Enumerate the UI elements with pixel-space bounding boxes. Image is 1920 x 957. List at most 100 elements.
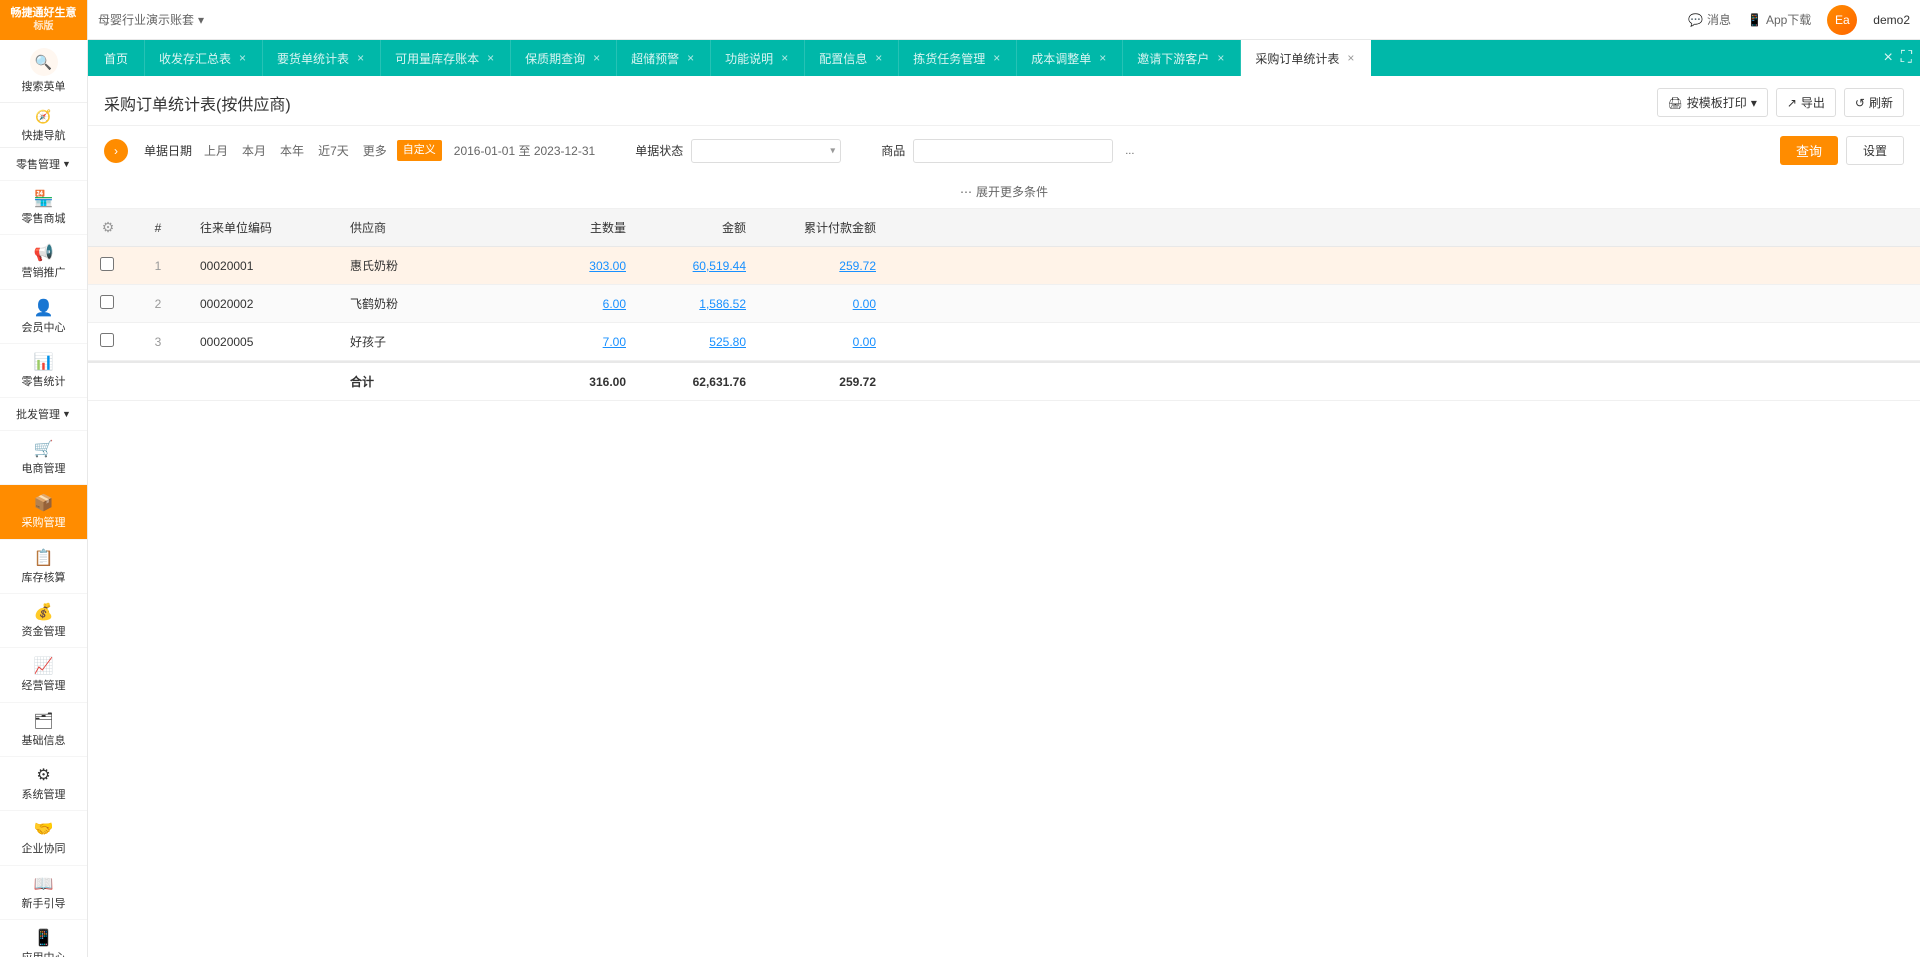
qty-link[interactable]: 7.00: [603, 335, 626, 349]
sidebar-item-collab[interactable]: 🤝 企业协同: [0, 811, 87, 865]
tab-pick-task-close[interactable]: ×: [991, 49, 1002, 67]
search-nav-item[interactable]: 🔍 搜索英单: [0, 40, 87, 103]
tab-invite[interactable]: 邀请下游客户 ×: [1123, 40, 1241, 76]
close-all-tabs-icon[interactable]: ×: [1883, 49, 1892, 67]
footer-amount: 62,631.76: [638, 363, 758, 401]
sidebar-item-retail[interactable]: 零售管理 ▼: [0, 148, 87, 181]
export-button[interactable]: ↗ 导出: [1776, 88, 1836, 117]
logo-text: 畅捷通好生意 标版: [11, 7, 77, 32]
qty-link[interactable]: 6.00: [603, 297, 626, 311]
qty-link[interactable]: 303.00: [589, 259, 626, 273]
tab-overstock-close[interactable]: ×: [685, 49, 696, 67]
settings-icon[interactable]: ⚙: [102, 219, 115, 235]
goods-filter-label: 商品: [881, 142, 905, 159]
tab-receive[interactable]: 收发存汇总表 ×: [145, 40, 263, 76]
tab-cost-adj[interactable]: 成本调整单 ×: [1017, 40, 1123, 76]
paid-link[interactable]: 259.72: [839, 259, 876, 273]
data-table: ⚙ # 往来单位编码 供应商 主数量 金额 累计付款金额: [88, 209, 1920, 361]
store-selector[interactable]: 母婴行业演示账套 ▾: [98, 11, 204, 28]
top-bar: 母婴行业演示账套 ▾ 💬 消息 📱 App下载 Ea demo2: [88, 0, 1920, 40]
operation-icon: 📈: [34, 656, 54, 676]
expand-bar: ⋯ 展开更多条件: [88, 175, 1920, 209]
col-supplier: 供应商: [338, 209, 538, 247]
export-icon: ↗: [1787, 96, 1797, 110]
refresh-button[interactable]: ↺ 刷新: [1844, 88, 1904, 117]
row-paid: 0.00: [758, 323, 888, 361]
retail-label: 零售管理: [16, 156, 60, 172]
date-btn-this-month[interactable]: 本月: [238, 140, 270, 161]
tab-usable-inv-close[interactable]: ×: [485, 49, 496, 67]
sidebar-item-finance[interactable]: 💰 资金管理: [0, 594, 87, 648]
tab-order-stat-label: 要货单统计表: [277, 50, 349, 67]
filter-toggle-btn[interactable]: ›: [104, 139, 128, 163]
sidebar-item-wholesale[interactable]: 批发管理 ▼: [0, 398, 87, 431]
row-qty: 303.00: [538, 247, 638, 285]
printer-icon: 🖨: [1668, 96, 1683, 110]
goods-search-input[interactable]: [913, 139, 1113, 163]
user-avatar[interactable]: Ea: [1827, 5, 1857, 35]
sidebar-item-inventory[interactable]: 📋 库存核算: [0, 540, 87, 594]
sidebar-item-appcenter[interactable]: 📱 应用中心: [0, 920, 87, 957]
setting-label: 设置: [1863, 144, 1887, 158]
member-icon: 👤: [34, 298, 54, 318]
tab-purchase-stat-close[interactable]: ×: [1345, 49, 1356, 67]
amount-link[interactable]: 525.80: [709, 335, 746, 349]
row-checkbox[interactable]: [100, 295, 114, 309]
sidebar-item-basic[interactable]: 🗂 基础信息: [0, 703, 87, 757]
sidebar-item-marketing[interactable]: 📢 营销推广: [0, 235, 87, 289]
sidebar-item-system[interactable]: ⚙ 系统管理: [0, 757, 87, 811]
sidebar-item-ecommerce[interactable]: 🛒 电商管理: [0, 431, 87, 485]
tab-order-stat[interactable]: 要货单统计表 ×: [263, 40, 381, 76]
amount-link[interactable]: 60,519.44: [693, 259, 746, 273]
expand-conditions-btn[interactable]: ⋯ 展开更多条件: [960, 183, 1048, 200]
row-extra: [888, 285, 1920, 323]
tab-bar-end: × ⛶: [1883, 49, 1920, 67]
sidebar-item-retail-mall[interactable]: 🏪 零售商城: [0, 181, 87, 235]
date-tag-custom[interactable]: 自定义: [397, 140, 442, 161]
sidebar-item-newguide[interactable]: 📖 新手引导: [0, 866, 87, 920]
tab-pick-task[interactable]: 拣货任务管理 ×: [899, 40, 1017, 76]
app-logo: 畅捷通好生意 标版: [0, 0, 87, 40]
sidebar-item-member[interactable]: 👤 会员中心: [0, 290, 87, 344]
sidebar-item-retail-stat[interactable]: 📊 零售统计: [0, 344, 87, 398]
tab-overstock[interactable]: 超储预警 ×: [617, 40, 711, 76]
tab-expiry-close[interactable]: ×: [591, 49, 602, 67]
date-btn-last-month[interactable]: 上月: [200, 140, 232, 161]
more-filters-btn[interactable]: ...: [1121, 143, 1138, 159]
tab-purchase-stat[interactable]: 采购订单统计表 ×: [1241, 40, 1371, 76]
status-select[interactable]: [691, 139, 841, 163]
shop-icon: 🏪: [34, 189, 54, 209]
query-button[interactable]: 查询: [1780, 136, 1838, 165]
sidebar-item-purchase[interactable]: 📦 采购管理: [0, 485, 87, 539]
row-checkbox[interactable]: [100, 333, 114, 347]
tab-config-close[interactable]: ×: [873, 49, 884, 67]
date-btn-more[interactable]: 更多: [359, 140, 391, 161]
message-icon: 💬: [1688, 13, 1703, 27]
tab-config[interactable]: 配置信息 ×: [805, 40, 899, 76]
print-button[interactable]: 🖨 按模板打印 ▾: [1657, 88, 1768, 117]
quick-nav-item[interactable]: 🧭 快捷导航: [0, 103, 87, 148]
date-btn-7days[interactable]: 近7天: [314, 140, 353, 161]
tab-expiry[interactable]: 保质期查询 ×: [511, 40, 617, 76]
tab-order-stat-close[interactable]: ×: [355, 49, 366, 67]
row-amount: 60,519.44: [638, 247, 758, 285]
paid-link[interactable]: 0.00: [853, 297, 876, 311]
tab-invite-close[interactable]: ×: [1215, 49, 1226, 67]
date-btn-this-year[interactable]: 本年: [276, 140, 308, 161]
row-extra: [888, 247, 1920, 285]
message-btn[interactable]: 💬 消息: [1688, 11, 1731, 28]
row-checkbox[interactable]: [100, 257, 114, 271]
tab-function[interactable]: 功能说明 ×: [711, 40, 805, 76]
table-footer: 合计 316.00 62,631.76 259.72: [88, 361, 1920, 401]
tab-receive-close[interactable]: ×: [237, 49, 248, 67]
sidebar-item-operation[interactable]: 📈 经营管理: [0, 648, 87, 702]
maximize-icon[interactable]: ⛶: [1901, 49, 1912, 67]
setting-button[interactable]: 设置: [1846, 136, 1904, 165]
amount-link[interactable]: 1,586.52: [699, 297, 746, 311]
tab-usable-inv[interactable]: 可用量库存账本 ×: [381, 40, 511, 76]
tab-function-close[interactable]: ×: [779, 49, 790, 67]
tab-cost-adj-close[interactable]: ×: [1097, 49, 1108, 67]
paid-link[interactable]: 0.00: [853, 335, 876, 349]
app-download-btn[interactable]: 📱 App下载: [1747, 11, 1811, 28]
tab-home[interactable]: 首页: [88, 40, 145, 76]
